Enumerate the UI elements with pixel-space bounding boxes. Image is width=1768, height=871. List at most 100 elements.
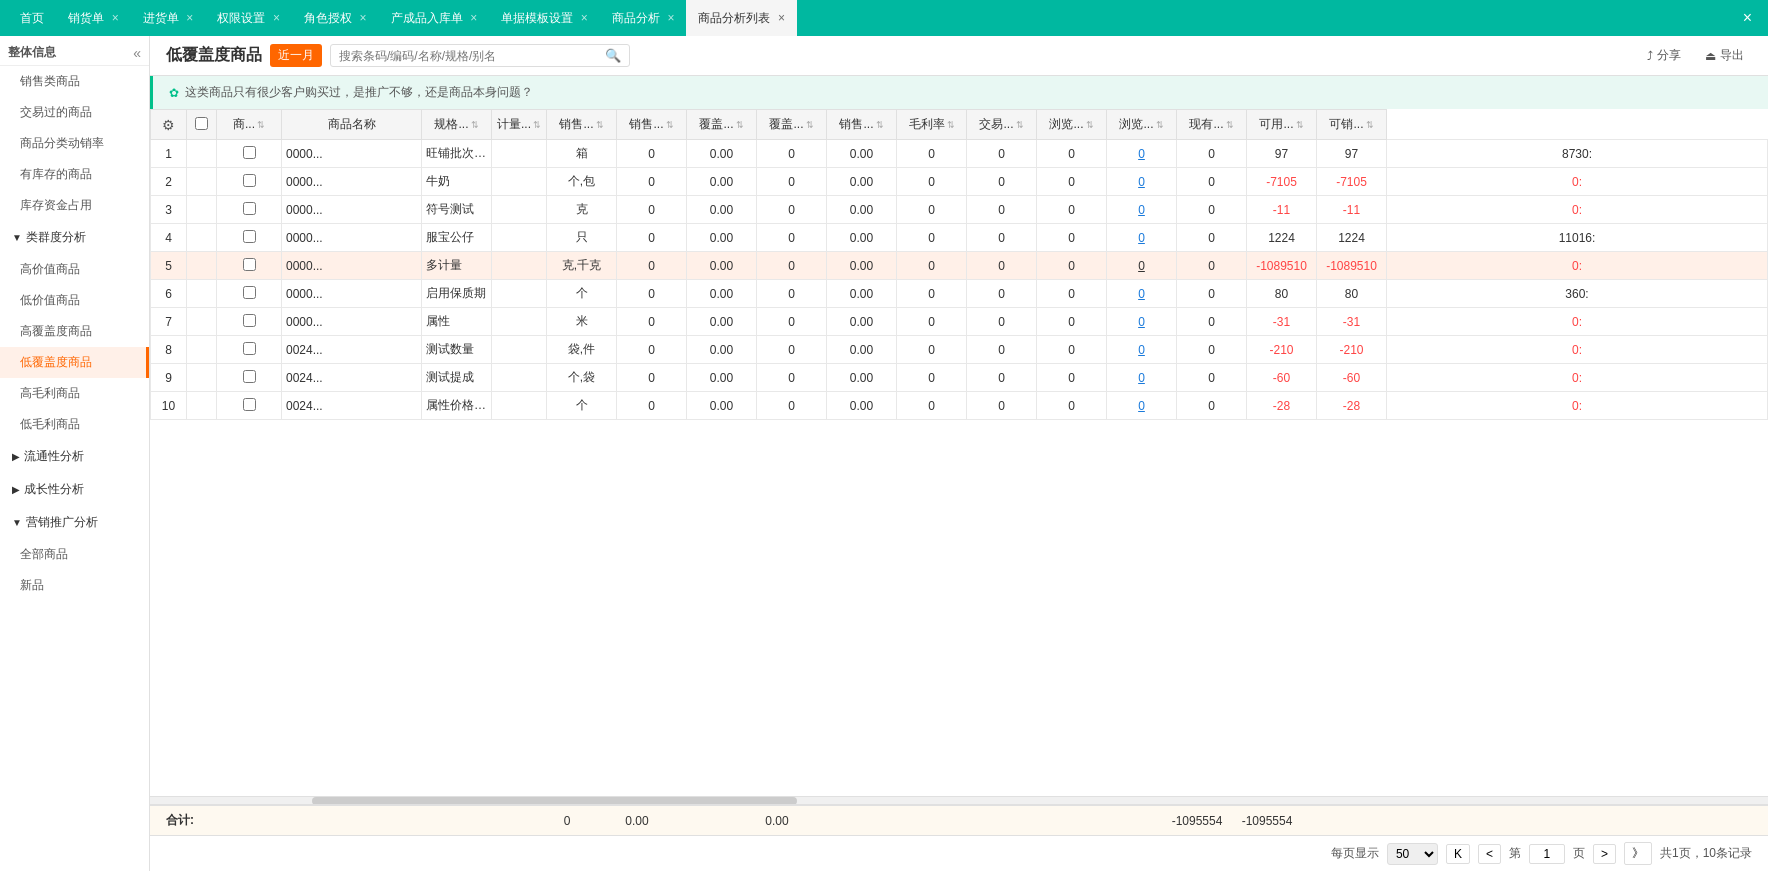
cell-views1-7[interactable]: 0 (1107, 336, 1177, 364)
footer-available-stock: -1095554 (1232, 814, 1302, 828)
cell-views1-1[interactable]: 0 (1107, 168, 1177, 196)
sort-icon-gm[interactable]: ⇅ (947, 120, 955, 130)
sidebar-item-low-value[interactable]: 低价值商品 (0, 285, 149, 316)
cell-checkbox-0[interactable] (217, 140, 282, 168)
sidebar-title: 整体信息 (8, 44, 133, 61)
nav-purchase-order[interactable]: 进货单 × (131, 0, 206, 36)
cell-checkbox-1[interactable] (217, 168, 282, 196)
nav-permissions[interactable]: 权限设置 × (205, 0, 292, 36)
nav-close-template-settings[interactable]: × (581, 11, 588, 25)
cell-views1-6[interactable]: 0 (1107, 308, 1177, 336)
sort-icon-spec[interactable]: ⇅ (471, 120, 479, 130)
nav-close-purchase-order[interactable]: × (186, 11, 193, 25)
sidebar-section-growth[interactable]: ▶ 成长性分析 (0, 473, 149, 506)
sort-icon-sa[interactable]: ⇅ (666, 120, 674, 130)
per-page-select[interactable]: 50 100 200 (1387, 843, 1438, 865)
sidebar-item-high-value[interactable]: 高价值商品 (0, 254, 149, 285)
last-page-button[interactable]: 》 (1624, 842, 1652, 865)
select-all-checkbox[interactable] (195, 117, 208, 130)
nav-close-product-analysis[interactable]: × (667, 11, 674, 25)
col-checkbox[interactable] (187, 110, 217, 140)
cell-checkbox-4[interactable] (217, 252, 282, 280)
page-title: 低覆盖度商品 (166, 45, 262, 66)
cell-sales-amount-0: 0.00 (687, 140, 757, 168)
search-input[interactable] (339, 49, 605, 63)
sort-icon-cov2[interactable]: ⇅ (806, 120, 814, 130)
sort-icon-tr[interactable]: ⇅ (1016, 120, 1024, 130)
sidebar-item-new-goods[interactable]: 新品 (0, 570, 149, 601)
nav-close-permissions[interactable]: × (273, 11, 280, 25)
sidebar-collapse-btn[interactable]: « (133, 45, 141, 61)
next-page-button[interactable]: > (1593, 844, 1616, 864)
cell-checkbox-9[interactable] (217, 392, 282, 420)
sort-icon-unit[interactable]: ⇅ (533, 120, 541, 130)
sort-icon-as[interactable]: ⇅ (1296, 120, 1304, 130)
sidebar-item-low-coverage[interactable]: 低覆盖度商品 (0, 347, 149, 378)
sidebar-item-category-turnover[interactable]: 商品分类动销率 (0, 128, 149, 159)
window-close-button[interactable]: × (1735, 9, 1760, 27)
search-icon[interactable]: 🔍 (605, 48, 621, 63)
sidebar-item-sales-goods[interactable]: 销售类商品 (0, 66, 149, 97)
export-button[interactable]: ⏏ 导出 (1697, 44, 1752, 67)
cell-views1-8[interactable]: 0 (1107, 364, 1177, 392)
sidebar-item-high-margin[interactable]: 高毛利商品 (0, 378, 149, 409)
cell-checkbox-7[interactable] (217, 336, 282, 364)
prev-page-button[interactable]: < (1478, 844, 1501, 864)
sidebar-item-low-margin[interactable]: 低毛利商品 (0, 409, 149, 440)
sort-icon-v2[interactable]: ⇅ (1156, 120, 1164, 130)
sidebar-item-traded-goods[interactable]: 交易过的商品 (0, 97, 149, 128)
cell-checkbox-5[interactable] (217, 280, 282, 308)
nav-product-inbound[interactable]: 产成品入库单 × (379, 0, 490, 36)
period-button[interactable]: 近一月 (270, 44, 322, 67)
cell-checkbox-2[interactable] (217, 196, 282, 224)
cell-spec-9 (492, 392, 547, 420)
nav-product-analysis-list[interactable]: 商品分析列表 × (686, 0, 797, 36)
nav-close-product-analysis-list[interactable]: × (778, 11, 785, 25)
sort-icon-sc[interactable]: ⇅ (596, 120, 604, 130)
sidebar-section-liquidity[interactable]: ▶ 流通性分析 (0, 440, 149, 473)
first-page-button[interactable]: K (1446, 844, 1470, 864)
cell-checkbox-3[interactable] (217, 224, 282, 252)
nav-close-product-inbound[interactable]: × (470, 11, 477, 25)
sidebar-section-group-analysis[interactable]: ▼ 类群度分析 (0, 221, 149, 254)
cell-views1-3[interactable]: 0 (1107, 224, 1177, 252)
data-table-container[interactable]: ⚙ 商...⇅ 商品名称 规格...⇅ 计量...⇅ 销售...⇅ 销售...⇅… (150, 109, 1768, 796)
sidebar-item-in-stock[interactable]: 有库存的商品 (0, 159, 149, 190)
cell-views1-4[interactable]: 0 (1107, 252, 1177, 280)
nav-role-auth[interactable]: 角色授权 × (292, 0, 379, 36)
cell-checkbox-6[interactable] (217, 308, 282, 336)
cell-views2-5: 0 (1177, 280, 1247, 308)
cell-available-stock-9: -28 (1317, 392, 1387, 420)
nav-product-analysis[interactable]: 商品分析 × (600, 0, 687, 36)
cell-checkbox-8[interactable] (217, 364, 282, 392)
cell-views1-9[interactable]: 0 (1107, 392, 1177, 420)
sort-icon-cov1[interactable]: ⇅ (736, 120, 744, 130)
cell-coverage1-9: 0 (757, 392, 827, 420)
nav-sales-order[interactable]: 销货单 × (56, 0, 131, 36)
sort-icon-sr[interactable]: ⇅ (876, 120, 884, 130)
sort-icon-code[interactable]: ⇅ (257, 120, 265, 130)
gear-icon[interactable]: ⚙ (162, 117, 175, 133)
horizontal-scrollbar[interactable] (150, 796, 1768, 804)
cell-views1-5[interactable]: 0 (1107, 280, 1177, 308)
sort-icon-sal[interactable]: ⇅ (1366, 120, 1374, 130)
cell-unit-6: 米 (547, 308, 617, 336)
col-settings[interactable]: ⚙ (151, 110, 187, 140)
share-button[interactable]: ⤴ 分享 (1639, 44, 1689, 67)
sidebar-item-stock-funds[interactable]: 库存资金占用 (0, 190, 149, 221)
sidebar-section-marketing[interactable]: ▼ 营销推广分析 (0, 506, 149, 539)
page-number-input[interactable] (1529, 844, 1565, 864)
nav-home[interactable]: 首页 (8, 0, 56, 36)
cell-views1-0[interactable]: 0 (1107, 140, 1177, 168)
cell-views1-2[interactable]: 0 (1107, 196, 1177, 224)
nav-template-settings[interactable]: 单据模板设置 × (489, 0, 600, 36)
cell-sales-count-1: 0 (617, 168, 687, 196)
sidebar-item-all-goods[interactable]: 全部商品 (0, 539, 149, 570)
cell-coverage2-3: 0.00 (827, 224, 897, 252)
sidebar-item-high-coverage[interactable]: 高覆盖度商品 (0, 316, 149, 347)
nav-close-role-auth[interactable]: × (360, 11, 367, 25)
sort-icon-v1[interactable]: ⇅ (1086, 120, 1094, 130)
nav-close-sales-order[interactable]: × (112, 11, 119, 25)
cell-settings-3 (187, 224, 217, 252)
sort-icon-cs[interactable]: ⇅ (1226, 120, 1234, 130)
